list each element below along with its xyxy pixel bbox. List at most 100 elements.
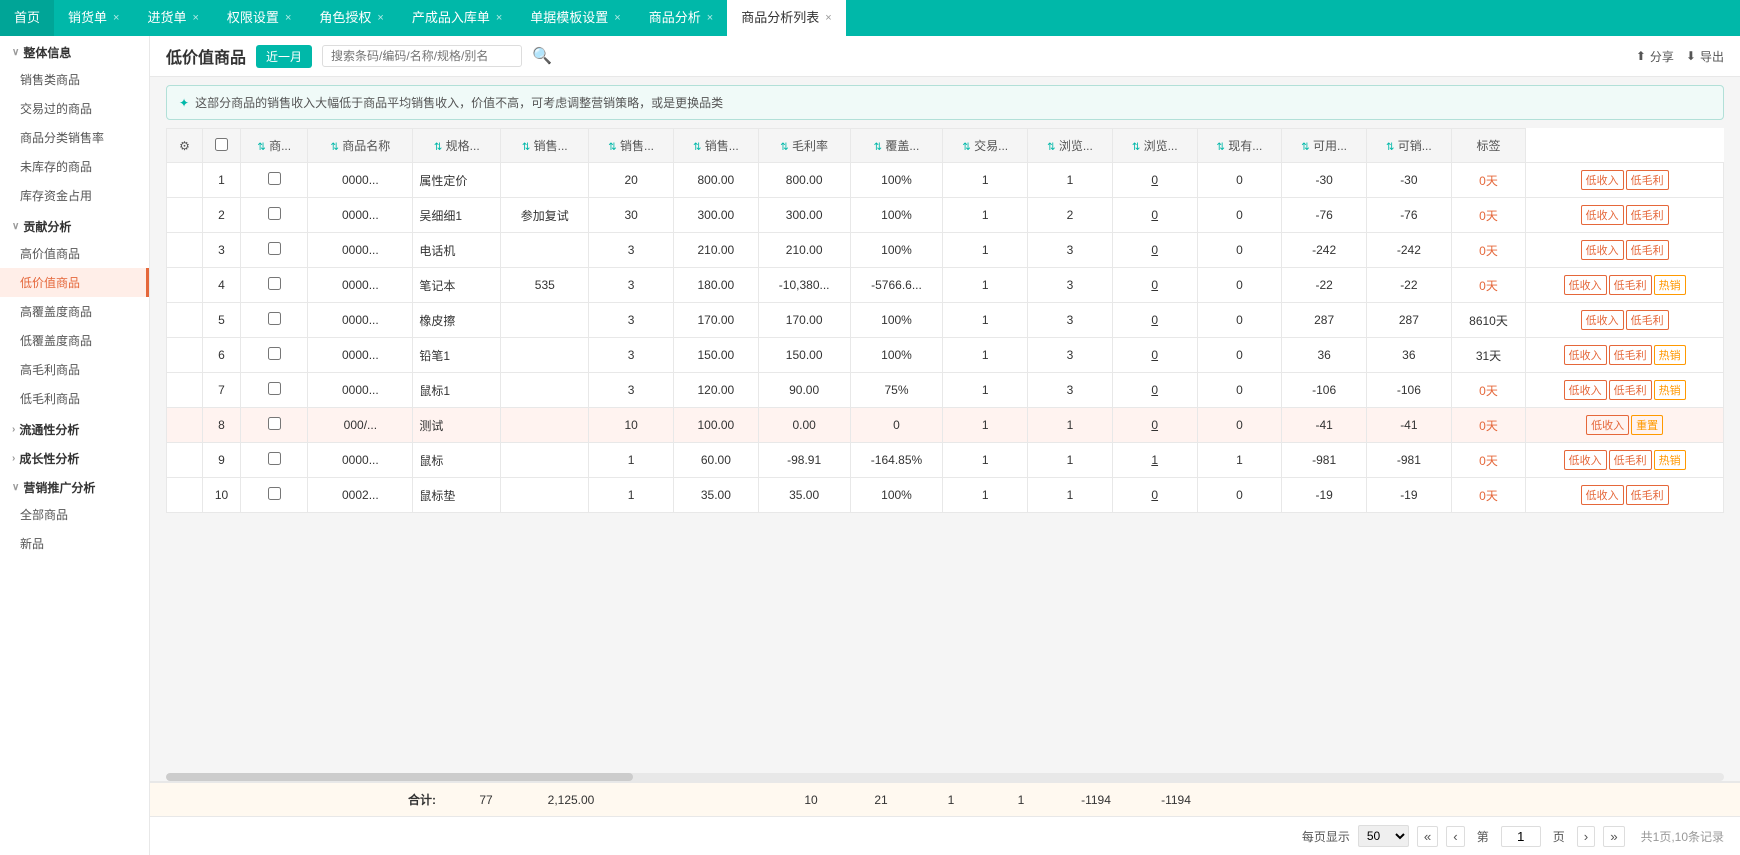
close-icon[interactable]: × <box>192 0 198 36</box>
expand-icon[interactable]: › <box>12 453 15 464</box>
nav-product-analysis-list[interactable]: 商品分析列表 × <box>727 0 845 36</box>
th-coverage[interactable]: ⇅ 覆盖... <box>850 129 943 163</box>
share-button[interactable]: ⬆ 分享 <box>1636 48 1674 65</box>
td-checkbox[interactable] <box>241 338 308 373</box>
close-icon[interactable]: × <box>377 0 383 36</box>
td-checkbox[interactable] <box>241 233 308 268</box>
row-checkbox[interactable] <box>268 242 281 255</box>
collapse-icon[interactable]: ∨ <box>12 221 19 232</box>
prev-page-button[interactable]: ‹ <box>1446 826 1464 847</box>
td-browse1[interactable]: 0 <box>1112 303 1197 338</box>
close-icon[interactable]: × <box>496 0 502 36</box>
td-available: -30 <box>1367 163 1452 198</box>
row-checkbox[interactable] <box>268 487 281 500</box>
row-checkbox[interactable] <box>268 312 281 325</box>
nav-permissions[interactable]: 权限设置 × <box>213 0 305 36</box>
sidebar-group-contribution[interactable]: ∨ 贡献分析 <box>0 210 149 239</box>
row-checkbox[interactable] <box>268 207 281 220</box>
row-checkbox[interactable] <box>268 452 281 465</box>
td-checkbox[interactable] <box>241 373 308 408</box>
th-sales-amt[interactable]: ⇅ 销售... <box>589 129 674 163</box>
td-browse1[interactable]: 0 <box>1112 478 1197 513</box>
sidebar-item-stock-funds[interactable]: 库存资金占用 <box>0 181 149 210</box>
td-checkbox[interactable] <box>241 198 308 233</box>
nav-purchase-order[interactable]: 进货单 × <box>133 0 212 36</box>
sidebar-item-traded-goods[interactable]: 交易过的商品 <box>0 94 149 123</box>
td-browse1[interactable]: 1 <box>1112 443 1197 478</box>
td-checkbox[interactable] <box>241 478 308 513</box>
close-icon[interactable]: × <box>707 0 713 36</box>
sidebar-item-category-sales-rate[interactable]: 商品分类销售率 <box>0 123 149 152</box>
td-checkbox[interactable] <box>241 408 308 443</box>
nav-home[interactable]: 首页 <box>0 0 54 36</box>
nav-sales-order[interactable]: 销货单 × <box>54 0 133 36</box>
th-browse2[interactable]: ⇅ 浏览... <box>1112 129 1197 163</box>
select-all-checkbox[interactable] <box>215 138 228 151</box>
td-checkbox[interactable] <box>241 163 308 198</box>
td-browse1[interactable]: 0 <box>1112 233 1197 268</box>
th-sales-cost[interactable]: ⇅ 销售... <box>674 129 759 163</box>
sidebar-group-liquidity[interactable]: › 流通性分析 <box>0 413 149 442</box>
sidebar-group-growth[interactable]: › 成长性分析 <box>0 442 149 471</box>
nav-product-inbound[interactable]: 产成品入库单 × <box>398 0 516 36</box>
th-checkbox[interactable] <box>203 129 241 163</box>
sidebar-item-all-goods[interactable]: 全部商品 <box>0 500 149 529</box>
row-checkbox[interactable] <box>268 382 281 395</box>
sidebar-group-general[interactable]: ∨ 整体信息 <box>0 36 149 65</box>
th-name[interactable]: ⇅ 商品名称 <box>308 129 413 163</box>
th-code[interactable]: ⇅ 商... <box>241 129 308 163</box>
th-tags[interactable]: 标签 <box>1451 129 1526 163</box>
sidebar-item-no-stock-goods[interactable]: 未库存的商品 <box>0 152 149 181</box>
sidebar-item-sales-goods[interactable]: 销售类商品 <box>0 65 149 94</box>
close-icon[interactable]: × <box>285 0 291 36</box>
td-checkbox[interactable] <box>241 268 308 303</box>
nav-role-auth[interactable]: 角色授权 × <box>305 0 397 36</box>
expand-icon[interactable]: › <box>12 424 15 435</box>
th-margin[interactable]: ⇅ 毛利率 <box>758 129 850 163</box>
row-checkbox[interactable] <box>268 277 281 290</box>
sidebar-item-high-margin[interactable]: 高毛利商品 <box>0 355 149 384</box>
row-checkbox[interactable] <box>268 347 281 360</box>
td-checkbox[interactable] <box>241 443 308 478</box>
sidebar-item-low-value[interactable]: 低价值商品 <box>0 268 149 297</box>
export-button[interactable]: ⬇ 导出 <box>1686 48 1724 65</box>
td-browse1[interactable]: 0 <box>1112 163 1197 198</box>
first-page-button[interactable]: « <box>1417 826 1438 847</box>
last-page-button[interactable]: » <box>1603 826 1624 847</box>
td-browse1[interactable]: 0 <box>1112 338 1197 373</box>
sidebar-group-marketing[interactable]: ∨ 营销推广分析 <box>0 471 149 500</box>
td-checkbox[interactable] <box>241 303 308 338</box>
row-checkbox[interactable] <box>268 172 281 185</box>
close-icon[interactable]: × <box>614 0 620 36</box>
td-browse1[interactable]: 0 <box>1112 373 1197 408</box>
collapse-icon[interactable]: ∨ <box>12 47 19 58</box>
search-input[interactable] <box>322 45 522 67</box>
td-browse1[interactable]: 0 <box>1112 268 1197 303</box>
nav-product-analysis[interactable]: 商品分析 × <box>635 0 727 36</box>
sidebar-item-low-margin[interactable]: 低毛利商品 <box>0 384 149 413</box>
td-browse1[interactable]: 0 <box>1112 198 1197 233</box>
sidebar-item-low-coverage[interactable]: 低覆盖度商品 <box>0 326 149 355</box>
th-settings[interactable]: ⚙ <box>167 129 203 163</box>
page-number-input[interactable] <box>1501 826 1541 847</box>
sidebar-item-high-coverage[interactable]: 高覆盖度商品 <box>0 297 149 326</box>
sidebar-item-high-value[interactable]: 高价值商品 <box>0 239 149 268</box>
row-checkbox[interactable] <box>268 417 281 430</box>
th-available[interactable]: ⇅ 可用... <box>1282 129 1367 163</box>
close-icon[interactable]: × <box>825 0 831 36</box>
next-page-button[interactable]: › <box>1577 826 1595 847</box>
search-icon[interactable]: 🔍 <box>532 46 552 66</box>
close-icon[interactable]: × <box>113 0 119 36</box>
nav-template-settings[interactable]: 单据模板设置 × <box>516 0 634 36</box>
th-browse1[interactable]: ⇅ 浏览... <box>1028 129 1113 163</box>
th-sellable[interactable]: ⇅ 可销... <box>1367 129 1452 163</box>
th-spec[interactable]: ⇅ 规格... <box>413 129 501 163</box>
sidebar-item-new-goods[interactable]: 新品 <box>0 529 149 558</box>
filter-period-button[interactable]: 近一月 <box>256 45 312 68</box>
th-sales-qty[interactable]: ⇅ 销售... <box>501 129 589 163</box>
per-page-select[interactable]: 50 100 <box>1358 825 1409 847</box>
th-trade[interactable]: ⇅ 交易... <box>943 129 1028 163</box>
collapse-icon[interactable]: ∨ <box>12 482 19 493</box>
th-current-stock[interactable]: ⇅ 现有... <box>1197 129 1282 163</box>
td-browse1[interactable]: 0 <box>1112 408 1197 443</box>
